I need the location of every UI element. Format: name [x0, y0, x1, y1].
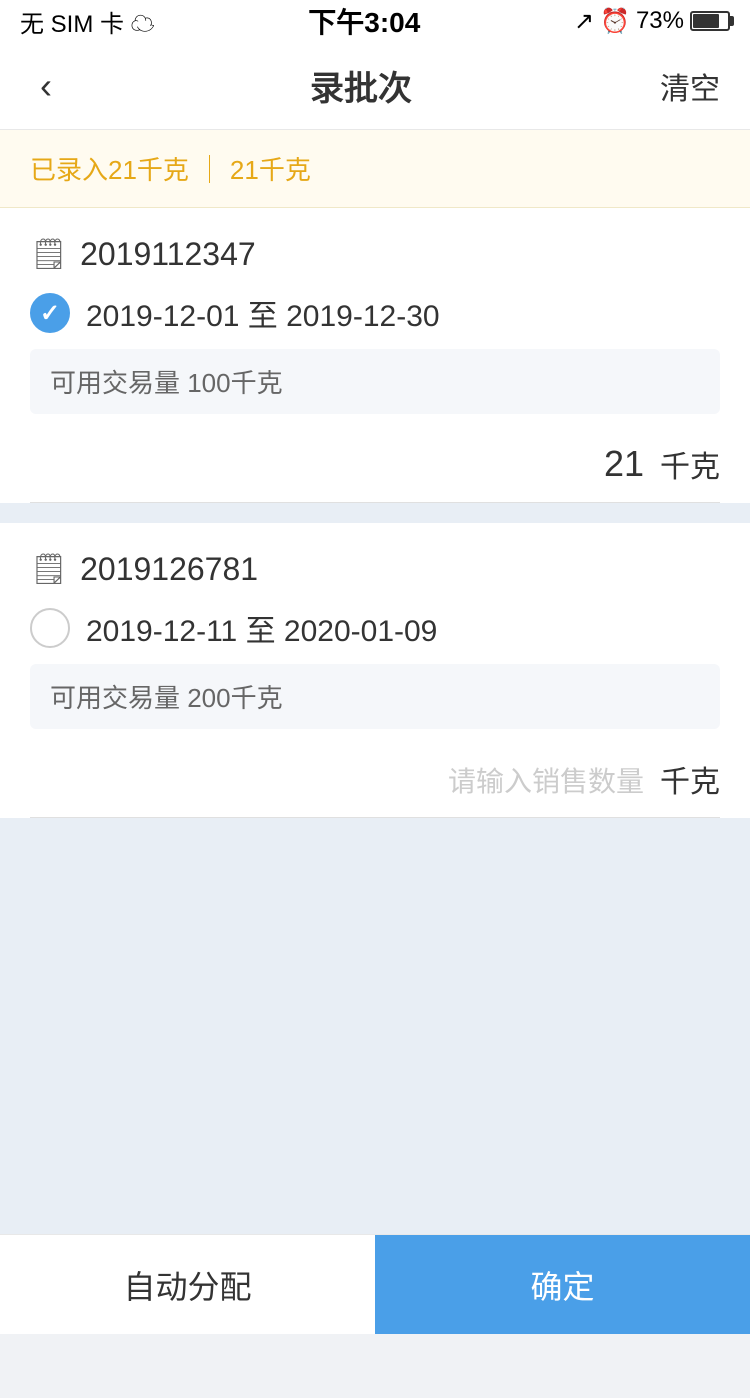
qty-input-row-1: 千克 [0, 430, 750, 502]
recorded-qty: 已录入21千克 [30, 150, 189, 187]
batch-radio-1[interactable] [30, 293, 70, 333]
batch-date-2: 2019-12-11 至 2020-01-09 [86, 606, 437, 650]
batch-date-row-2: 2019-12-11 至 2020-01-09 [0, 596, 750, 664]
batch-doc-icon-2: 🗒 [30, 552, 68, 587]
qty-input-2[interactable] [444, 758, 644, 800]
batch-id-1: 2019112347 [80, 236, 256, 273]
available-qty-text-2: 可用交易量 200千克 [50, 683, 283, 713]
batch-date-row-1: 2019-12-01 至 2019-12-30 [0, 281, 750, 349]
info-banner: 已录入21千克 21千克 [0, 130, 750, 208]
batch-doc-icon-1: 🗒 [30, 237, 68, 272]
qty-unit-1: 千克 [660, 442, 720, 486]
available-qty-box-1: 可用交易量 100千克 [30, 349, 720, 414]
qty-unit-2: 千克 [660, 757, 720, 801]
nav-bar: ‹ 录批次 清空 [0, 42, 750, 130]
batch-header-2: 🗒 2019126781 [0, 523, 750, 596]
clear-button[interactable]: 清空 [660, 64, 720, 108]
page-title: 录批次 [310, 61, 412, 110]
battery-icon [690, 11, 730, 31]
batch-header-1: 🗒 2019112347 [0, 208, 750, 281]
total-qty: 21千克 [230, 150, 311, 187]
section-separator [0, 503, 750, 523]
batch-card-1: 🗒 2019112347 2019-12-01 至 2019-12-30 可用交… [0, 208, 750, 503]
clock-icon: ⏰ [600, 7, 630, 36]
batch-date-1: 2019-12-01 至 2019-12-30 [86, 291, 440, 335]
confirm-button[interactable]: 确定 [375, 1235, 750, 1334]
back-button[interactable]: ‹ [30, 55, 62, 117]
status-bar: 无 SIM 卡 ☁ 下午3:04 ↗ ⏰ 73% [0, 0, 750, 42]
available-qty-box-2: 可用交易量 200千克 [30, 664, 720, 729]
status-right: ↗ ⏰ 73% [574, 7, 730, 36]
sim-label: 无 SIM 卡 ☁ [20, 4, 155, 39]
batch-card-2: 🗒 2019126781 2019-12-11 至 2020-01-09 可用交… [0, 523, 750, 818]
status-left: 无 SIM 卡 ☁ [20, 4, 155, 39]
status-time: 下午3:04 [308, 1, 420, 41]
batch-id-2: 2019126781 [80, 551, 258, 588]
qty-input-1[interactable] [444, 443, 644, 485]
banner-divider [209, 155, 210, 183]
location-icon: ↗ [574, 7, 594, 36]
available-qty-text-1: 可用交易量 100千克 [50, 368, 283, 398]
empty-area [0, 818, 750, 1298]
auto-distribute-button[interactable]: 自动分配 [0, 1235, 375, 1334]
bottom-bar: 自动分配 确定 [0, 1234, 750, 1334]
qty-input-row-2: 千克 [0, 745, 750, 817]
batch-radio-2[interactable] [30, 608, 70, 648]
battery-percent: 73% [636, 7, 684, 35]
content-area: 🗒 2019112347 2019-12-01 至 2019-12-30 可用交… [0, 208, 750, 1398]
